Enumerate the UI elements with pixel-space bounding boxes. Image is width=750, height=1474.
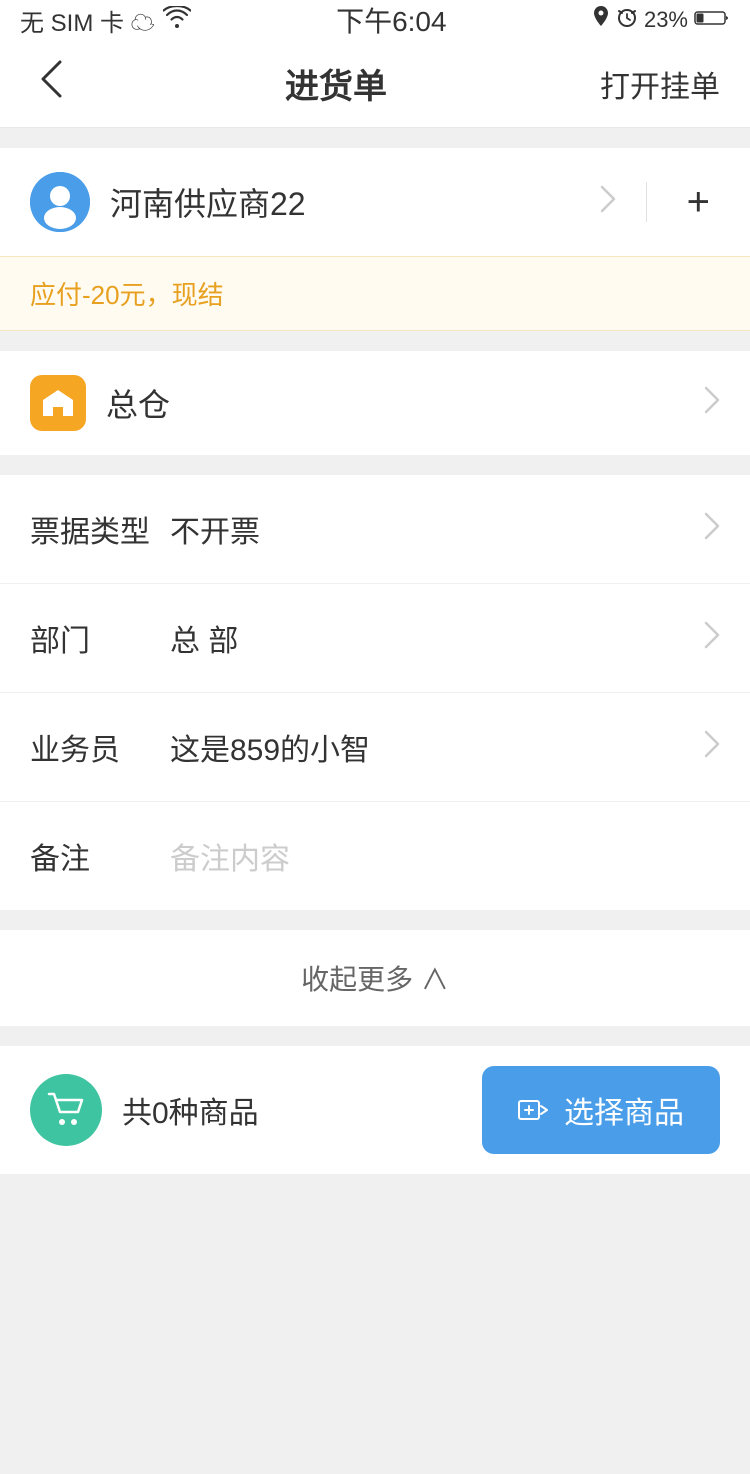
- warehouse-chevron-icon[interactable]: [704, 386, 720, 421]
- form-row-remark[interactable]: 备注 备注内容: [0, 802, 750, 910]
- invoice-chevron-icon[interactable]: [704, 512, 720, 547]
- sim-status: 无 SIM 卡 ☁: [20, 3, 155, 38]
- warehouse-icon: [30, 375, 86, 431]
- bottom-bar: 共0种商品 选择商品: [0, 1046, 750, 1174]
- form-section: 票据类型 不开票 部门 总 部 业务员 这是859的小智 备注 备注内容: [0, 475, 750, 910]
- salesperson-chevron-icon[interactable]: [704, 730, 720, 765]
- notice-banner: 应付-20元，现结: [0, 256, 750, 331]
- remark-label: 备注: [30, 834, 150, 878]
- warehouse-name: 总仓: [106, 380, 704, 426]
- supplier-name: 河南供应商22: [110, 179, 600, 225]
- form-row-invoice[interactable]: 票据类型 不开票: [0, 475, 750, 584]
- department-value: 总 部: [150, 616, 704, 660]
- alarm-icon: [616, 6, 638, 34]
- remark-input[interactable]: 备注内容: [150, 834, 720, 878]
- salesperson-label: 业务员: [30, 725, 150, 769]
- form-row-salesperson[interactable]: 业务员 这是859的小智: [0, 693, 750, 802]
- page-background: [0, 1174, 750, 1474]
- wifi-icon: [163, 6, 191, 35]
- status-bar: 无 SIM 卡 ☁ 下午6:04 23%: [0, 0, 750, 40]
- form-row-department[interactable]: 部门 总 部: [0, 584, 750, 693]
- supplier-chevron-icon[interactable]: [600, 185, 616, 220]
- supplier-actions: +: [600, 180, 720, 225]
- location-icon: [592, 6, 610, 34]
- invoice-label: 票据类型: [30, 507, 150, 551]
- supplier-row[interactable]: 河南供应商22 +: [0, 148, 750, 256]
- add-supplier-button[interactable]: +: [677, 180, 720, 225]
- select-product-label: 选择商品: [564, 1088, 684, 1132]
- page-title: 进货单: [285, 59, 387, 108]
- section-gap-1: [0, 128, 750, 148]
- department-label: 部门: [30, 616, 150, 660]
- back-button[interactable]: [30, 50, 72, 117]
- invoice-value: 不开票: [150, 507, 704, 551]
- open-pending-button[interactable]: 打开挂单: [600, 62, 720, 106]
- cart-icon: [30, 1074, 102, 1146]
- warehouse-row[interactable]: 总仓: [0, 351, 750, 455]
- product-count-label: 共0种商品: [122, 1088, 462, 1132]
- status-right: 23%: [592, 6, 730, 34]
- salesperson-value: 这是859的小智: [150, 725, 704, 769]
- warehouse-section: 总仓: [0, 351, 750, 455]
- avatar: [30, 172, 90, 232]
- vertical-separator: [646, 182, 647, 222]
- supplier-section: 河南供应商22 + 应付-20元，现结: [0, 148, 750, 331]
- nav-bar: 进货单 打开挂单: [0, 40, 750, 128]
- battery-icon: [694, 7, 730, 33]
- collapse-section: 收起更多 ∧: [0, 930, 750, 1026]
- status-time: 下午6:04: [336, 0, 447, 40]
- collapse-button[interactable]: 收起更多 ∧: [301, 958, 449, 998]
- battery-percentage: 23%: [644, 7, 688, 33]
- select-product-button[interactable]: 选择商品: [482, 1066, 720, 1154]
- status-left: 无 SIM 卡 ☁: [20, 3, 191, 38]
- department-chevron-icon[interactable]: [704, 621, 720, 656]
